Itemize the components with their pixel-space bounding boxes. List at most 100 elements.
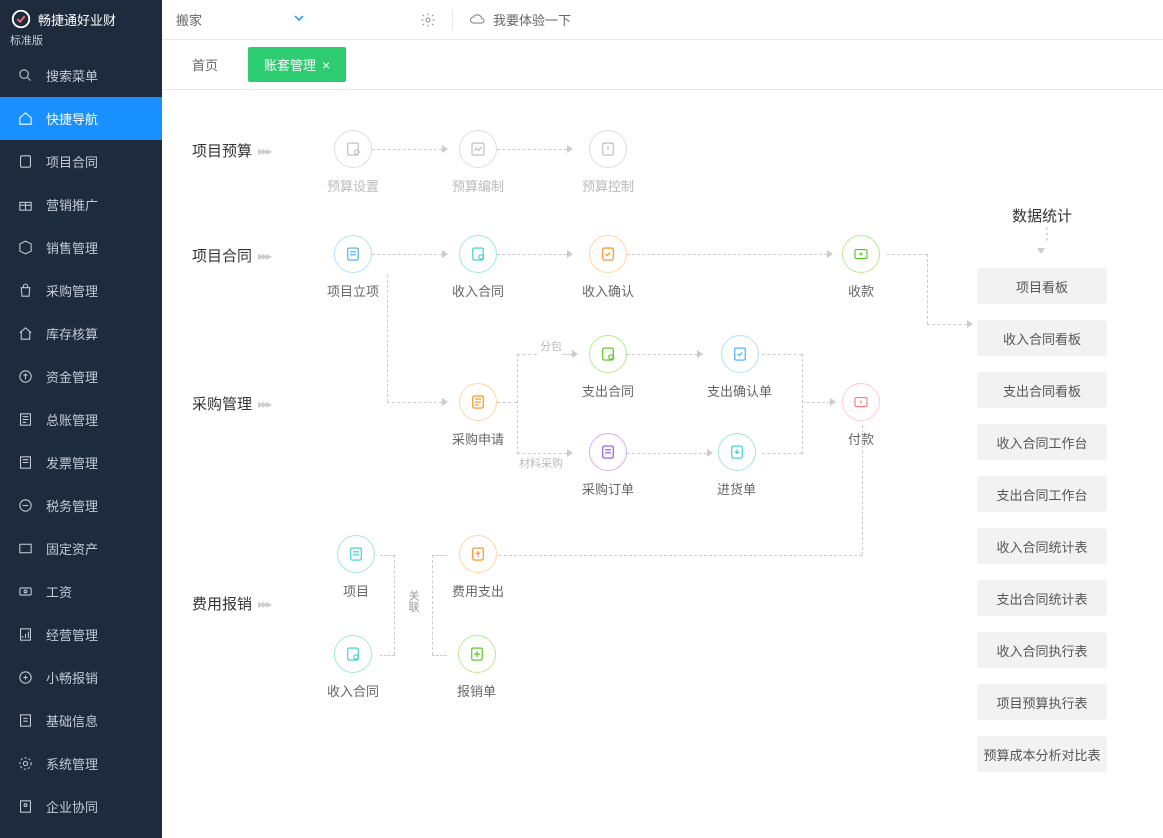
sidebar-item-3[interactable]: 营销推广 [0, 183, 162, 226]
stat-button-8[interactable]: 项目预算执行表 [977, 684, 1107, 720]
stat-button-5[interactable]: 收入合同统计表 [977, 528, 1107, 564]
node-outgoing-contract[interactable]: 支出合同 [582, 335, 634, 400]
sidebar-label: 基础信息 [46, 711, 98, 730]
sidebar-label: 库存核算 [46, 324, 98, 343]
section-purchase: 采购管理▸▸▸ [192, 393, 270, 414]
stat-button-0[interactable]: 项目看板 [977, 268, 1107, 304]
node-budget-setup[interactable]: 预算设置 [327, 130, 379, 195]
node-receipt[interactable]: 收款 [842, 235, 880, 300]
brand-subtitle: 标准版 [0, 32, 162, 54]
settings-icon[interactable] [420, 12, 436, 28]
sidebar-label: 发票管理 [46, 453, 98, 472]
close-icon[interactable]: × [322, 57, 330, 73]
sidebar-label: 销售管理 [46, 238, 98, 257]
node-budget-compile[interactable]: 预算编制 [452, 130, 504, 195]
asset-icon [16, 540, 34, 558]
bag-icon [16, 282, 34, 300]
tab-account-mgmt[interactable]: 账套管理 × [248, 47, 346, 82]
cloud-icon [469, 11, 487, 29]
node-stock-in[interactable]: 进货单 [717, 433, 756, 498]
stat-button-4[interactable]: 支出合同工作台 [977, 476, 1107, 512]
node-project[interactable]: 项目 [337, 535, 375, 600]
sidebar-item-10[interactable]: 税务管理 [0, 484, 162, 527]
search-icon [16, 67, 34, 85]
sidebar-label: 小畅报销 [46, 668, 98, 687]
main: 搬家 我要体验一下 首页 账套管理 × 项 [162, 0, 1163, 838]
reimburse-icon [16, 669, 34, 687]
search-text: 搬家 [176, 10, 289, 29]
sidebar-label: 资金管理 [46, 367, 98, 386]
node-income-contract-2[interactable]: 收入合同 [327, 635, 379, 700]
label-material: 材料采购 [519, 455, 563, 471]
brand-title: 畅捷通好业财 [38, 10, 116, 29]
node-expense-pay[interactable]: 费用支出 [452, 535, 504, 600]
chevron-down-icon [293, 12, 406, 27]
node-payment[interactable]: 付款 [842, 383, 880, 448]
stat-button-2[interactable]: 支出合同看板 [977, 372, 1107, 408]
sidebar: 畅捷通好业财 标准版 搜索菜单快捷导航项目合同营销推广销售管理采购管理库存核算资… [0, 0, 162, 838]
sidebar-item-15[interactable]: 基础信息 [0, 699, 162, 742]
cloud-experience-link[interactable]: 我要体验一下 [469, 10, 571, 29]
divider [452, 10, 453, 30]
sidebar-item-16[interactable]: 系统管理 [0, 742, 162, 785]
node-outgoing-confirm[interactable]: 支出确认单 [707, 335, 772, 400]
sidebar-item-11[interactable]: 固定资产 [0, 527, 162, 570]
sidebar-label: 采购管理 [46, 281, 98, 300]
sidebar-item-5[interactable]: 采购管理 [0, 269, 162, 312]
sidebar-item-0[interactable]: 搜索菜单 [0, 54, 162, 97]
info-icon [16, 712, 34, 730]
node-project-init[interactable]: 项目立项 [327, 235, 379, 300]
node-income-contract[interactable]: 收入合同 [452, 235, 504, 300]
system-icon [16, 755, 34, 773]
stat-button-7[interactable]: 收入合同执行表 [977, 632, 1107, 668]
sidebar-item-13[interactable]: 经营管理 [0, 613, 162, 656]
node-income-confirm[interactable]: 收入确认 [582, 235, 634, 300]
node-reimburse[interactable]: 报销单 [457, 635, 496, 700]
home-icon [16, 110, 34, 128]
sidebar-item-1[interactable]: 快捷导航 [0, 97, 162, 140]
coin-icon [16, 368, 34, 386]
cloud-label: 我要体验一下 [493, 10, 571, 29]
sidebar-item-4[interactable]: 销售管理 [0, 226, 162, 269]
tab-home[interactable]: 首页 [176, 47, 234, 82]
search-selector[interactable]: 搬家 [176, 10, 406, 29]
sidebar-label: 系统管理 [46, 754, 98, 773]
node-budget-control[interactable]: 预算控制 [582, 130, 634, 195]
label-subcontract: 分包 [540, 338, 562, 354]
file-icon [16, 153, 34, 171]
dots-icon: ⋮ [1039, 232, 1055, 238]
sidebar-label: 工资 [46, 582, 72, 601]
sidebar-item-8[interactable]: 总账管理 [0, 398, 162, 441]
sidebar-item-2[interactable]: 项目合同 [0, 140, 162, 183]
stat-button-1[interactable]: 收入合同看板 [977, 320, 1107, 356]
sidebar-item-7[interactable]: 资金管理 [0, 355, 162, 398]
ledger-icon [16, 411, 34, 429]
house-icon [16, 325, 34, 343]
sidebar-item-9[interactable]: 发票管理 [0, 441, 162, 484]
sidebar-item-12[interactable]: 工资 [0, 570, 162, 613]
section-expense: 费用报销▸▸▸ [192, 593, 270, 614]
tabs: 首页 账套管理 × [162, 40, 1163, 90]
sidebar-item-6[interactable]: 库存核算 [0, 312, 162, 355]
sidebar-label: 固定资产 [46, 539, 98, 558]
tax-icon [16, 497, 34, 515]
sidebar-label: 搜索菜单 [46, 66, 98, 85]
node-purchase-order[interactable]: 采购订单 [582, 433, 634, 498]
sidebar-item-14[interactable]: 小畅报销 [0, 656, 162, 699]
stat-button-9[interactable]: 预算成本分析对比表 [977, 736, 1107, 772]
report-icon [16, 626, 34, 644]
cube-icon [16, 239, 34, 257]
section-budget: 项目预算▸▸▸ [192, 140, 270, 161]
stat-button-6[interactable]: 支出合同统计表 [977, 580, 1107, 616]
brand-header: 畅捷通好业财 [0, 0, 162, 32]
stats-title: 数据统计 [1012, 205, 1072, 226]
sidebar-item-17[interactable]: 企业协同 [0, 785, 162, 828]
sidebar-label: 总账管理 [46, 410, 98, 429]
sidebar-label: 经营管理 [46, 625, 98, 644]
sidebar-label: 项目合同 [46, 152, 98, 171]
workflow-canvas: 项目预算▸▸▸ 项目合同▸▸▸ 采购管理▸▸▸ 费用报销▸▸▸ 预算设置 预算编… [162, 90, 1163, 838]
node-purchase-apply[interactable]: 采购申请 [452, 383, 504, 448]
stat-button-3[interactable]: 收入合同工作台 [977, 424, 1107, 460]
tab-label: 账套管理 [264, 55, 316, 74]
sidebar-label: 税务管理 [46, 496, 98, 515]
